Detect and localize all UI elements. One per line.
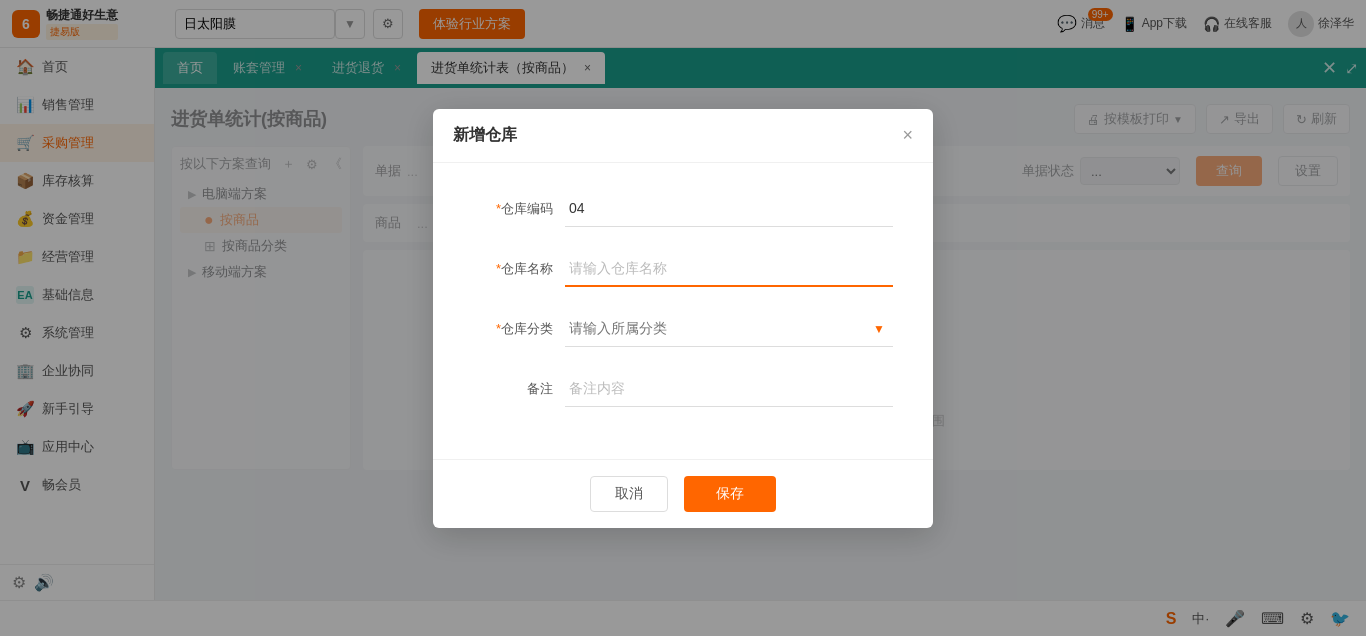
- notes-input[interactable]: [565, 371, 893, 407]
- warehouse-category-input[interactable]: [565, 311, 893, 347]
- save-button[interactable]: 保存: [684, 476, 776, 512]
- notes-label: 备注: [473, 380, 553, 398]
- warehouse-code-label: *仓库编码: [473, 200, 553, 218]
- modal-body: *仓库编码 *仓库名称: [433, 163, 933, 459]
- modal-close-button[interactable]: ×: [902, 125, 913, 146]
- modal-overlay: 新增仓库 × *仓库编码: [0, 48, 1366, 600]
- main-area: 🏠 首页 📊 销售管理 🛒 采购管理 📦 库存核算 💰 资金管理 📁 经: [0, 48, 1366, 600]
- warehouse-code-input[interactable]: [565, 191, 893, 227]
- app-container: 6 畅捷通好生意 捷易版 ▼ ⚙ 体验行业方案 💬 消息 99+: [0, 0, 1366, 636]
- content-area: 首页 账套管理 × 进货退货 × 进货单统计表（按商品） × ✕ ⤢: [155, 48, 1366, 600]
- warehouse-category-label: *仓库分类: [473, 320, 553, 338]
- new-warehouse-modal: 新增仓库 × *仓库编码: [433, 109, 933, 528]
- warehouse-name-label: *仓库名称: [473, 260, 553, 278]
- warehouse-name-row: *仓库名称: [473, 251, 893, 287]
- modal-title: 新增仓库: [453, 125, 517, 146]
- notes-row: 备注: [473, 371, 893, 407]
- warehouse-category-select-wrap: ▼: [565, 311, 893, 347]
- warehouse-name-input[interactable]: [565, 251, 893, 287]
- warehouse-category-row: *仓库分类 ▼: [473, 311, 893, 347]
- cancel-button[interactable]: 取消: [590, 476, 668, 512]
- modal-header: 新增仓库 ×: [433, 109, 933, 163]
- warehouse-code-row: *仓库编码: [473, 191, 893, 227]
- modal-footer: 取消 保存: [433, 459, 933, 528]
